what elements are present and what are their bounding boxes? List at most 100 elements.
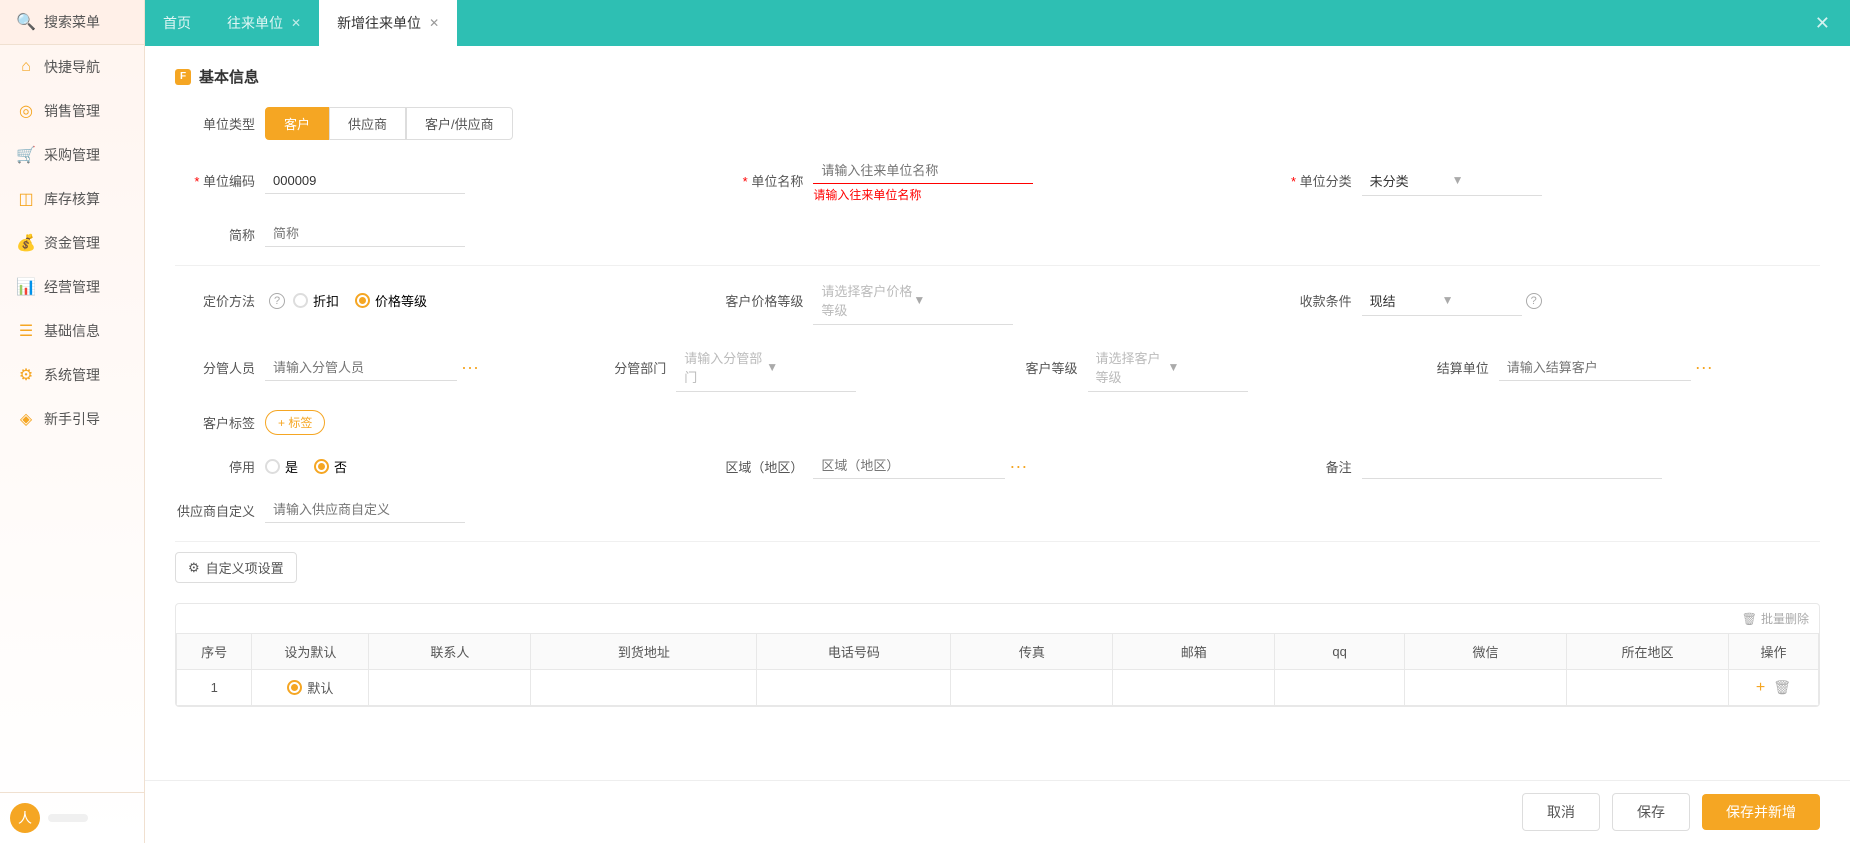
wechat-input[interactable] bbox=[1446, 680, 1526, 695]
disabled-yes-radio[interactable]: 是 bbox=[265, 457, 298, 476]
customer-price-level-select[interactable]: 请选择客户价格等级 ▼ bbox=[813, 276, 1013, 325]
customer-level-arrow-icon: ▼ bbox=[1168, 360, 1240, 374]
col-default: 设为默认 bbox=[252, 634, 369, 670]
custom-settings-button[interactable]: ⚙ 自定义项设置 bbox=[175, 552, 297, 583]
settlement-unit-input[interactable] bbox=[1499, 355, 1691, 381]
tab-home[interactable]: 首页 bbox=[145, 0, 209, 46]
unit-type-group: 单位类型 客户 供应商 客户/供应商 bbox=[175, 107, 1820, 140]
region-input[interactable] bbox=[813, 453, 1005, 479]
close-partner-list-tab-icon[interactable]: ✕ bbox=[291, 16, 301, 30]
short-name-row: 简称 bbox=[175, 221, 1820, 247]
sidebar-item-finance[interactable]: 💰 资金管理 bbox=[0, 221, 144, 265]
department-label: 分管部门 bbox=[586, 358, 666, 377]
pricing-discount-radio[interactable]: 折扣 bbox=[293, 291, 339, 310]
row-delete-icon[interactable]: 🗑 bbox=[1773, 679, 1791, 696]
unit-category-select[interactable]: 未分类 ▼ bbox=[1362, 166, 1542, 196]
tab-bar: 首页 往来单位 ✕ 新增往来单位 ✕ ✕ bbox=[145, 0, 1850, 46]
tab-partner-list-label: 往来单位 bbox=[227, 13, 283, 33]
unit-info-row: 单位编码 单位名称 请输入往来单位名称 单位分类 未分类 ▼ bbox=[175, 158, 1820, 203]
sidebar-item-purchase[interactable]: 🛒 采购管理 bbox=[0, 133, 144, 177]
sidebar-item-quick-nav[interactable]: ⌂ 快捷导航 bbox=[0, 45, 144, 89]
supplier-custom-label: 供应商自定义 bbox=[175, 501, 255, 520]
settlement-more-icon[interactable]: ··· bbox=[1691, 357, 1717, 378]
sidebar-item-label: 基础信息 bbox=[44, 321, 100, 341]
customer-level-select[interactable]: 请选择客户等级 ▼ bbox=[1088, 343, 1248, 392]
disabled-yes-circle bbox=[265, 459, 280, 474]
department-select[interactable]: 请输入分管部门 ▼ bbox=[676, 343, 856, 392]
sidebar-search[interactable]: 🔍 搜索菜单 bbox=[0, 0, 144, 45]
cell-region[interactable] bbox=[1567, 670, 1729, 706]
supplier-custom-group: 供应商自定义 bbox=[175, 497, 1820, 523]
region-cell-input[interactable] bbox=[1607, 680, 1687, 695]
cell-fax[interactable] bbox=[951, 670, 1113, 706]
payment-terms-select[interactable]: 现结 ▼ bbox=[1362, 286, 1522, 316]
tab-home-label: 首页 bbox=[163, 13, 191, 33]
cell-address[interactable] bbox=[531, 670, 757, 706]
tab-partner-list[interactable]: 往来单位 ✕ bbox=[209, 0, 319, 46]
unit-name-input[interactable] bbox=[813, 158, 1033, 184]
unit-type-label: 单位类型 bbox=[175, 114, 255, 133]
sidebar-item-basic-info[interactable]: ☰ 基础信息 bbox=[0, 309, 144, 353]
sidebar-item-inventory[interactable]: ◫ 库存核算 bbox=[0, 177, 144, 221]
cell-email[interactable] bbox=[1113, 670, 1275, 706]
sidebar-item-sales[interactable]: ◎ 销售管理 bbox=[0, 89, 144, 133]
fax-input[interactable] bbox=[992, 680, 1072, 695]
action-bar: 取消 保存 保存并新增 bbox=[145, 780, 1850, 843]
remark-label: 备注 bbox=[1272, 457, 1352, 476]
region-label: 区域（地区） bbox=[723, 457, 803, 476]
type-btn-supplier[interactable]: 供应商 bbox=[329, 107, 406, 140]
tab-bar-close-button[interactable]: ✕ bbox=[1795, 0, 1850, 46]
cell-wechat[interactable] bbox=[1405, 670, 1567, 706]
col-region: 所在地区 bbox=[1567, 634, 1729, 670]
cell-qq[interactable] bbox=[1275, 670, 1405, 706]
default-radio-circle[interactable] bbox=[287, 680, 302, 695]
settings-gear-icon: ⚙ bbox=[188, 560, 200, 576]
sidebar-item-label: 新手引导 bbox=[44, 409, 100, 429]
cell-contact[interactable] bbox=[369, 670, 531, 706]
type-btn-customer[interactable]: 客户 bbox=[265, 107, 329, 140]
batch-delete-button[interactable]: 🗑 批量删除 bbox=[1742, 610, 1809, 627]
payment-terms-help-icon[interactable]: ? bbox=[1526, 293, 1542, 309]
unit-name-group: 单位名称 请输入往来单位名称 bbox=[723, 158, 1271, 203]
sidebar-item-label: 快捷导航 bbox=[44, 57, 100, 77]
customer-tag-label: 客户标签 bbox=[175, 413, 255, 432]
disabled-no-radio[interactable]: 否 bbox=[314, 457, 347, 476]
tab-add-partner[interactable]: 新增往来单位 ✕ bbox=[319, 0, 457, 46]
row-add-icon[interactable]: + bbox=[1756, 679, 1765, 697]
save-button[interactable]: 保存 bbox=[1612, 793, 1690, 831]
manager-more-icon[interactable]: ··· bbox=[457, 357, 483, 378]
short-name-input[interactable] bbox=[265, 221, 465, 247]
save-new-button[interactable]: 保存并新增 bbox=[1702, 794, 1820, 830]
type-btn-both[interactable]: 客户/供应商 bbox=[406, 107, 513, 140]
sidebar-item-system[interactable]: ⚙ 系统管理 bbox=[0, 353, 144, 397]
remark-input[interactable] bbox=[1362, 453, 1662, 479]
col-wechat: 微信 bbox=[1405, 634, 1567, 670]
department-placeholder: 请输入分管部门 bbox=[684, 348, 766, 386]
region-more-icon[interactable]: ··· bbox=[1005, 456, 1031, 477]
sidebar-item-operations[interactable]: 📊 经营管理 bbox=[0, 265, 144, 309]
home-icon: ⌂ bbox=[16, 57, 36, 77]
unit-code-label: 单位编码 bbox=[175, 171, 255, 190]
disabled-radio-group: 是 否 bbox=[265, 457, 347, 476]
email-input[interactable] bbox=[1154, 680, 1234, 695]
cancel-button[interactable]: 取消 bbox=[1522, 793, 1600, 831]
sales-icon: ◎ bbox=[16, 101, 36, 121]
manager-input[interactable] bbox=[265, 355, 457, 381]
unit-category-label: 单位分类 bbox=[1272, 171, 1352, 190]
cell-phone[interactable] bbox=[757, 670, 951, 706]
table-header-columns: 序号 设为默认 联系人 到货地址 电话号码 传真 邮箱 qq 微信 所在地区 操… bbox=[177, 634, 1819, 670]
pricing-row: 定价方法 ? 折扣 价格等级 客户价格等级 请选择客户价格等级 bbox=[175, 276, 1820, 325]
phone-input[interactable] bbox=[804, 680, 904, 695]
pricing-level-radio[interactable]: 价格等级 bbox=[355, 291, 427, 310]
unit-code-input[interactable] bbox=[265, 168, 465, 194]
sidebar-item-guide[interactable]: ◈ 新手引导 bbox=[0, 397, 144, 441]
tag-add-button[interactable]: + 标签 bbox=[265, 410, 325, 435]
qq-input[interactable] bbox=[1310, 680, 1370, 695]
supplier-custom-input[interactable] bbox=[265, 497, 465, 523]
col-contact: 联系人 bbox=[369, 634, 531, 670]
address-input[interactable] bbox=[584, 680, 704, 695]
close-add-partner-tab-icon[interactable]: ✕ bbox=[429, 16, 439, 30]
pricing-radio-group: 折扣 价格等级 bbox=[293, 291, 427, 310]
pricing-help-icon[interactable]: ? bbox=[269, 293, 285, 309]
contact-input[interactable] bbox=[410, 680, 490, 695]
